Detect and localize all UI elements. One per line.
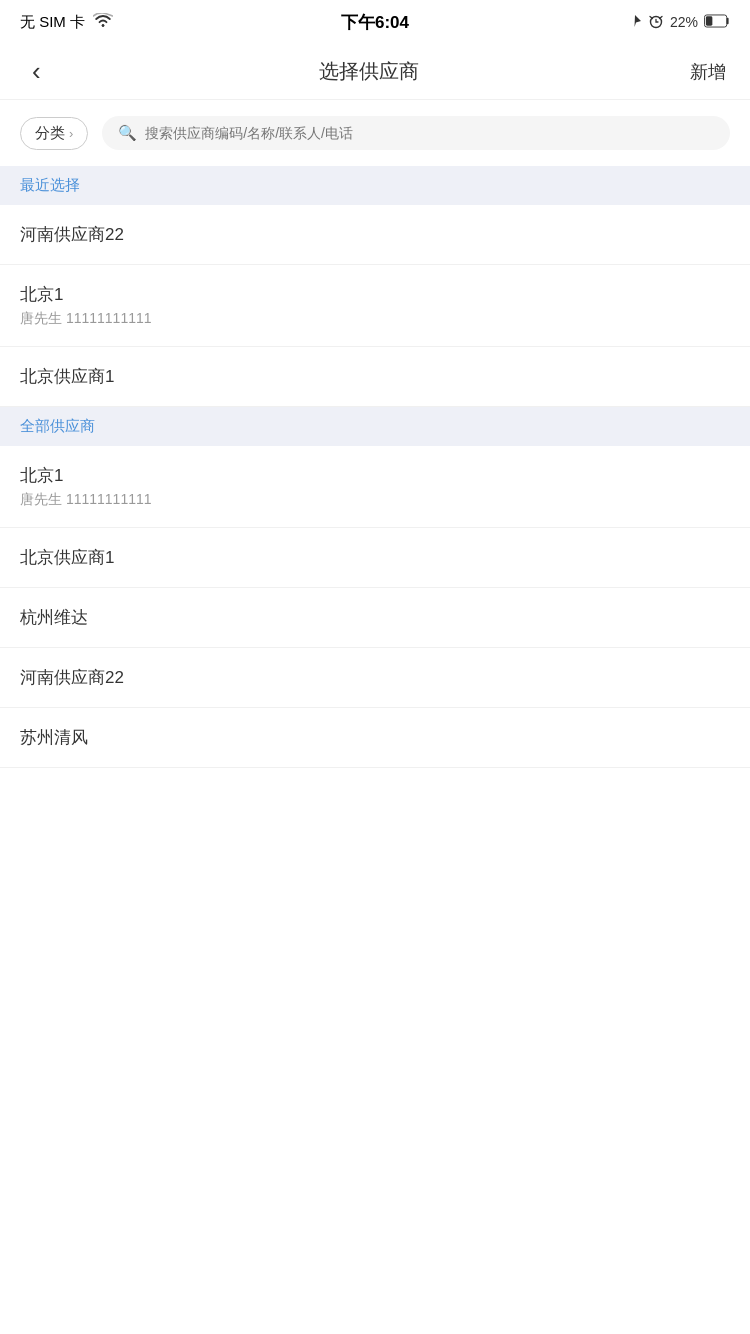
wifi-icon	[93, 13, 113, 31]
list-item[interactable]: 杭州维达	[0, 588, 750, 648]
list-item[interactable]: 北京1 唐先生 11111111111	[0, 446, 750, 528]
list-item[interactable]: 北京1 唐先生 11111111111	[0, 265, 750, 347]
alarm-icon	[648, 13, 664, 32]
category-filter-button[interactable]: 分类 ›	[20, 117, 88, 150]
nav-bar: ‹ 选择供应商 新增	[0, 44, 750, 100]
svg-rect-3	[706, 16, 713, 25]
item-name: 河南供应商22	[20, 223, 730, 246]
search-icon: 🔍	[118, 124, 137, 142]
no-sim-text: 无 SIM 卡	[20, 13, 85, 32]
back-button[interactable]: ‹	[24, 52, 49, 91]
recent-items-list: 河南供应商22 北京1 唐先生 11111111111 北京供应商1	[0, 205, 750, 407]
status-right: 22%	[628, 13, 730, 32]
list-item[interactable]: 河南供应商22	[0, 205, 750, 265]
location-icon	[628, 14, 642, 31]
chevron-right-icon: ›	[69, 126, 73, 141]
status-bar: 无 SIM 卡 下午6:04	[0, 0, 750, 44]
item-name: 苏州清风	[20, 726, 730, 749]
list-item[interactable]: 北京供应商1	[0, 528, 750, 588]
all-section-header: 全部供应商	[0, 407, 750, 446]
search-input[interactable]	[145, 125, 714, 141]
all-section-label: 全部供应商	[20, 417, 95, 434]
list-item[interactable]: 北京供应商1	[0, 347, 750, 407]
item-name: 北京供应商1	[20, 546, 730, 569]
filter-row: 分类 › 🔍	[0, 100, 750, 166]
list-item[interactable]: 河南供应商22	[0, 648, 750, 708]
item-name: 北京供应商1	[20, 365, 730, 388]
page-title: 选择供应商	[319, 58, 419, 85]
list-item[interactable]: 苏州清风	[0, 708, 750, 768]
recent-section-header: 最近选择	[0, 166, 750, 205]
item-name: 河南供应商22	[20, 666, 730, 689]
svg-point-0	[102, 24, 105, 27]
recent-section-label: 最近选择	[20, 176, 80, 193]
add-button[interactable]: 新增	[690, 60, 726, 84]
status-time: 下午6:04	[341, 11, 409, 34]
item-name: 北京1	[20, 464, 730, 487]
category-label: 分类	[35, 124, 65, 143]
battery-percent: 22%	[670, 14, 698, 30]
item-name: 北京1	[20, 283, 730, 306]
all-items-list: 北京1 唐先生 11111111111 北京供应商1 杭州维达 河南供应商22 …	[0, 446, 750, 768]
search-box[interactable]: 🔍	[102, 116, 730, 150]
status-left: 无 SIM 卡	[20, 13, 113, 32]
item-name: 杭州维达	[20, 606, 730, 629]
battery-icon	[704, 14, 730, 31]
item-contact: 唐先生 11111111111	[20, 491, 730, 509]
item-contact: 唐先生 11111111111	[20, 310, 730, 328]
